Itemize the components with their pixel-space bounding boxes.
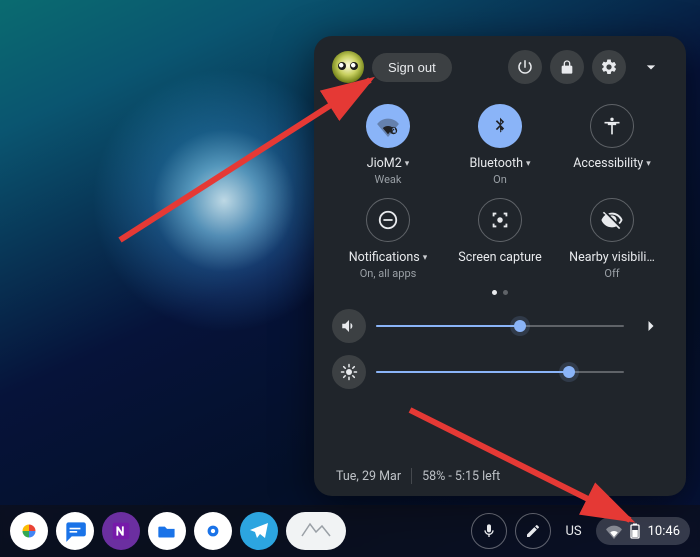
screen-capture-icon[interactable] bbox=[478, 198, 522, 242]
clock: 10:46 bbox=[648, 524, 680, 539]
audio-settings-chevron-icon[interactable] bbox=[634, 309, 668, 343]
visibility-off-icon[interactable] bbox=[590, 198, 634, 242]
pager-dot-2[interactable] bbox=[503, 290, 508, 295]
bluetooth-tile[interactable]: Bluetooth▾ On bbox=[444, 104, 556, 192]
notifications-tile[interactable]: Notifications▾ On, all apps bbox=[332, 198, 444, 286]
pen-input-icon[interactable] bbox=[515, 513, 551, 549]
messages-app-icon[interactable] bbox=[56, 512, 94, 550]
wifi-status-icon bbox=[606, 523, 622, 539]
status-tray[interactable]: 10:46 bbox=[596, 517, 690, 545]
sign-out-button[interactable]: Sign out bbox=[372, 53, 452, 82]
footer-battery: 58% - 5:15 left bbox=[422, 469, 500, 484]
user-avatar[interactable] bbox=[332, 51, 364, 83]
nearby-visibility-tile[interactable]: Nearby visibili… Off bbox=[556, 198, 668, 286]
power-icon[interactable] bbox=[508, 50, 542, 84]
collapse-chevron-icon[interactable] bbox=[634, 50, 668, 84]
footer-date: Tue, 29 Mar bbox=[336, 469, 401, 484]
quick-settings-tiles: JioM2▾ Weak Bluetooth▾ On Accessibility▾… bbox=[332, 104, 668, 286]
lock-icon[interactable] bbox=[550, 50, 584, 84]
shelf: US 10:46 bbox=[0, 505, 700, 557]
battery-status-icon bbox=[630, 523, 640, 539]
bluetooth-tile-label: Bluetooth▾ bbox=[469, 156, 530, 171]
pager-dot-1[interactable] bbox=[492, 290, 497, 295]
quick-settings-header: Sign out bbox=[332, 50, 668, 84]
ime-indicator[interactable]: US bbox=[559, 513, 587, 549]
google-photos-app-icon[interactable] bbox=[10, 512, 48, 550]
do-not-disturb-icon[interactable] bbox=[366, 198, 410, 242]
quick-settings-panel: Sign out JioM2▾ Weak Bluetooth▾ On bbox=[314, 36, 686, 496]
notifications-tile-sub: On, all apps bbox=[360, 267, 417, 280]
settings-app-icon[interactable] bbox=[194, 512, 232, 550]
screen-capture-tile-label: Screen capture bbox=[458, 250, 541, 265]
volume-icon[interactable] bbox=[332, 309, 366, 343]
voice-input-icon[interactable] bbox=[471, 513, 507, 549]
brightness-icon[interactable] bbox=[332, 355, 366, 389]
quick-settings-footer: Tue, 29 Mar 58% - 5:15 left bbox=[332, 462, 668, 486]
notifications-tile-label: Notifications▾ bbox=[349, 250, 428, 265]
nearby-visibility-tile-sub: Off bbox=[604, 267, 619, 280]
brightness-slider[interactable] bbox=[376, 362, 624, 382]
wifi-icon[interactable] bbox=[366, 104, 410, 148]
brightness-slider-row bbox=[332, 355, 668, 389]
telegram-app-icon[interactable] bbox=[240, 512, 278, 550]
accessibility-icon[interactable] bbox=[590, 104, 634, 148]
bluetooth-tile-sub: On bbox=[493, 173, 507, 186]
nearby-visibility-tile-label: Nearby visibili… bbox=[569, 250, 655, 265]
network-tile-label: JioM2▾ bbox=[367, 156, 410, 171]
shelf-apps bbox=[10, 512, 346, 550]
tiles-pager[interactable] bbox=[332, 290, 668, 295]
network-tile-sub: Weak bbox=[375, 173, 402, 186]
accessibility-tile[interactable]: Accessibility▾ bbox=[556, 104, 668, 192]
screen-capture-tile[interactable]: Screen capture bbox=[444, 198, 556, 286]
shelf-status-area: US 10:46 bbox=[471, 513, 690, 549]
volume-slider[interactable] bbox=[376, 316, 624, 336]
accessibility-tile-label: Accessibility▾ bbox=[573, 156, 650, 171]
files-app-icon[interactable] bbox=[148, 512, 186, 550]
maps-app-icon[interactable] bbox=[286, 512, 346, 550]
volume-slider-row bbox=[332, 309, 668, 343]
network-tile[interactable]: JioM2▾ Weak bbox=[332, 104, 444, 192]
onenote-app-icon[interactable] bbox=[102, 512, 140, 550]
settings-gear-icon[interactable] bbox=[592, 50, 626, 84]
bluetooth-icon[interactable] bbox=[478, 104, 522, 148]
